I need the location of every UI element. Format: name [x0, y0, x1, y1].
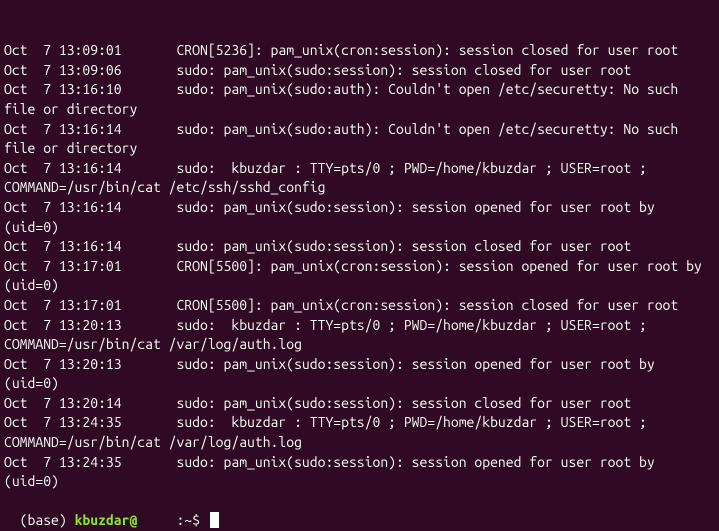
log-lines-container: Oct 7 13:09:01 CRON[5236]: pam_unix(cron…	[4, 41, 715, 492]
log-line: Oct 7 13:24:35 sudo: pam_unix(sudo:sessi…	[4, 453, 715, 492]
prompt-host	[137, 512, 176, 528]
log-line: Oct 7 13:17:01 CRON[5500]: pam_unix(cron…	[4, 296, 715, 316]
cursor-icon	[210, 512, 219, 528]
log-line: Oct 7 13:16:14 sudo: pam_unix(sudo:sessi…	[4, 237, 715, 257]
log-line: Oct 7 13:20:14 sudo: pam_unix(sudo:sessi…	[4, 394, 715, 414]
log-line: Oct 7 13:16:10 sudo: pam_unix(sudo:auth)…	[4, 80, 715, 119]
log-line: Oct 7 13:17:01 CRON[5500]: pam_unix(cron…	[4, 257, 715, 296]
log-line: Oct 7 13:16:14 sudo: pam_unix(sudo:auth)…	[4, 120, 715, 159]
prompt-path: :~$	[177, 512, 208, 528]
prompt-user: kbuzdar@	[75, 512, 138, 528]
log-line: Oct 7 13:16:14 sudo: kbuzdar : TTY=pts/0…	[4, 159, 715, 198]
log-line: Oct 7 13:20:13 sudo: kbuzdar : TTY=pts/0…	[4, 316, 715, 355]
terminal-output[interactable]: Oct 7 13:09:01 CRON[5236]: pam_unix(cron…	[4, 2, 715, 531]
log-line: Oct 7 13:09:01 CRON[5236]: pam_unix(cron…	[4, 41, 715, 61]
log-line: Oct 7 13:24:35 sudo: kbuzdar : TTY=pts/0…	[4, 413, 715, 452]
shell-prompt: (base) kbuzdar@ :~$	[20, 512, 219, 528]
log-line: Oct 7 13:09:06 sudo: pam_unix(sudo:sessi…	[4, 61, 715, 81]
log-line: Oct 7 13:16:14 sudo: pam_unix(sudo:sessi…	[4, 198, 715, 237]
prompt-env: (base)	[20, 512, 75, 528]
log-line: Oct 7 13:20:13 sudo: pam_unix(sudo:sessi…	[4, 355, 715, 394]
